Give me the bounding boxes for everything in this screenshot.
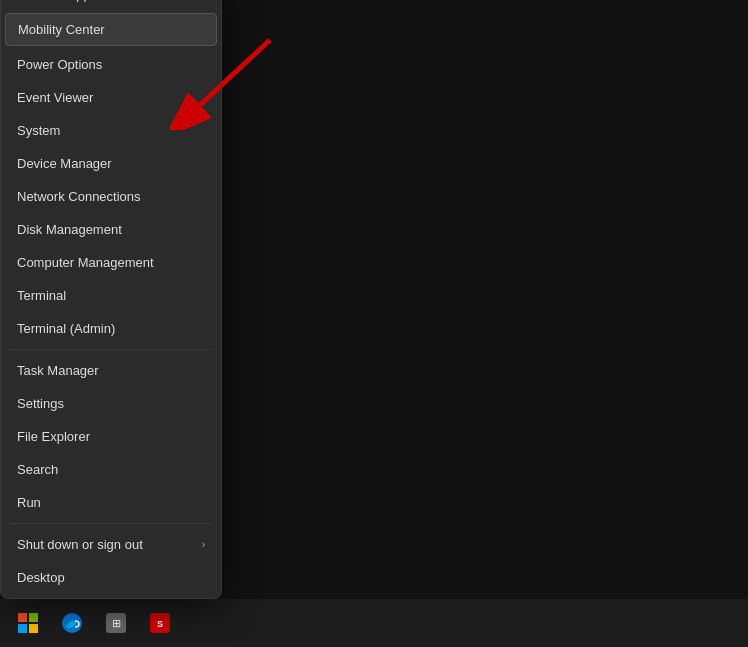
menu-item-disk-management[interactable]: Disk Management (1, 213, 221, 246)
edge-icon (61, 612, 83, 634)
app4-button[interactable]: S (140, 603, 180, 643)
menu-item-network-connections[interactable]: Network Connections (1, 180, 221, 213)
menu-item-event-viewer[interactable]: Event Viewer (1, 81, 221, 114)
menu-label-shut-down: Shut down or sign out (17, 537, 143, 552)
taskbar: ⊞ S (0, 599, 748, 647)
submenu-arrow-shut-down: › (202, 539, 205, 550)
menu-label-run: Run (17, 495, 41, 510)
menu-item-desktop[interactable]: Desktop (1, 561, 221, 594)
menu-label-power-options: Power Options (17, 57, 102, 72)
menu-item-computer-management[interactable]: Computer Management (1, 246, 221, 279)
menu-label-terminal: Terminal (17, 288, 66, 303)
menu-item-system[interactable]: System (1, 114, 221, 147)
menu-label-file-explorer: File Explorer (17, 429, 90, 444)
menu-item-device-manager[interactable]: Device Manager (1, 147, 221, 180)
menu-item-run[interactable]: Run (1, 486, 221, 519)
menu-item-power-options[interactable]: Power Options (1, 48, 221, 81)
store-icon: ⊞ (105, 612, 127, 634)
app4-icon: S (149, 612, 171, 634)
svg-text:⊞: ⊞ (112, 617, 121, 629)
menu-label-search: Search (17, 462, 58, 477)
context-menu: Installed apps Mobility Center Power Optio… (0, 0, 222, 599)
menu-label-device-manager: Device Manager (17, 156, 112, 171)
windows-icon (18, 613, 38, 633)
menu-label-desktop: Desktop (17, 570, 65, 585)
menu-label-disk-management: Disk Management (17, 222, 122, 237)
menu-label-terminal-admin: Terminal (Admin) (17, 321, 115, 336)
menu-label-settings: Settings (17, 396, 64, 411)
menu-item-file-explorer[interactable]: File Explorer (1, 420, 221, 453)
menu-item-search[interactable]: Search (1, 453, 221, 486)
menu-item-task-manager[interactable]: Task Manager (1, 354, 221, 387)
menu-label-mobility-center: Mobility Center (18, 22, 105, 37)
menu-item-mobility-center[interactable]: Mobility Center (5, 13, 217, 46)
menu-item-terminal-admin[interactable]: Terminal (Admin) (1, 312, 221, 345)
menu-label-network-connections: Network Connections (17, 189, 141, 204)
start-button[interactable] (8, 603, 48, 643)
separator-separator2 (9, 523, 213, 524)
separator-separator1 (9, 349, 213, 350)
menu-label-task-manager: Task Manager (17, 363, 99, 378)
menu-item-shut-down[interactable]: Shut down or sign out › (1, 528, 221, 561)
menu-item-terminal[interactable]: Terminal (1, 279, 221, 312)
menu-item-settings[interactable]: Settings (1, 387, 221, 420)
menu-label-system: System (17, 123, 60, 138)
svg-text:S: S (157, 619, 163, 629)
store-button[interactable]: ⊞ (96, 603, 136, 643)
menu-label-installed-apps: Installed apps (17, 0, 97, 2)
desktop: Installed apps Mobility Center Power Optio… (0, 0, 748, 647)
menu-item-installed-apps[interactable]: Installed apps (1, 0, 221, 11)
edge-button[interactable] (52, 603, 92, 643)
menu-label-computer-management: Computer Management (17, 255, 154, 270)
menu-label-event-viewer: Event Viewer (17, 90, 93, 105)
